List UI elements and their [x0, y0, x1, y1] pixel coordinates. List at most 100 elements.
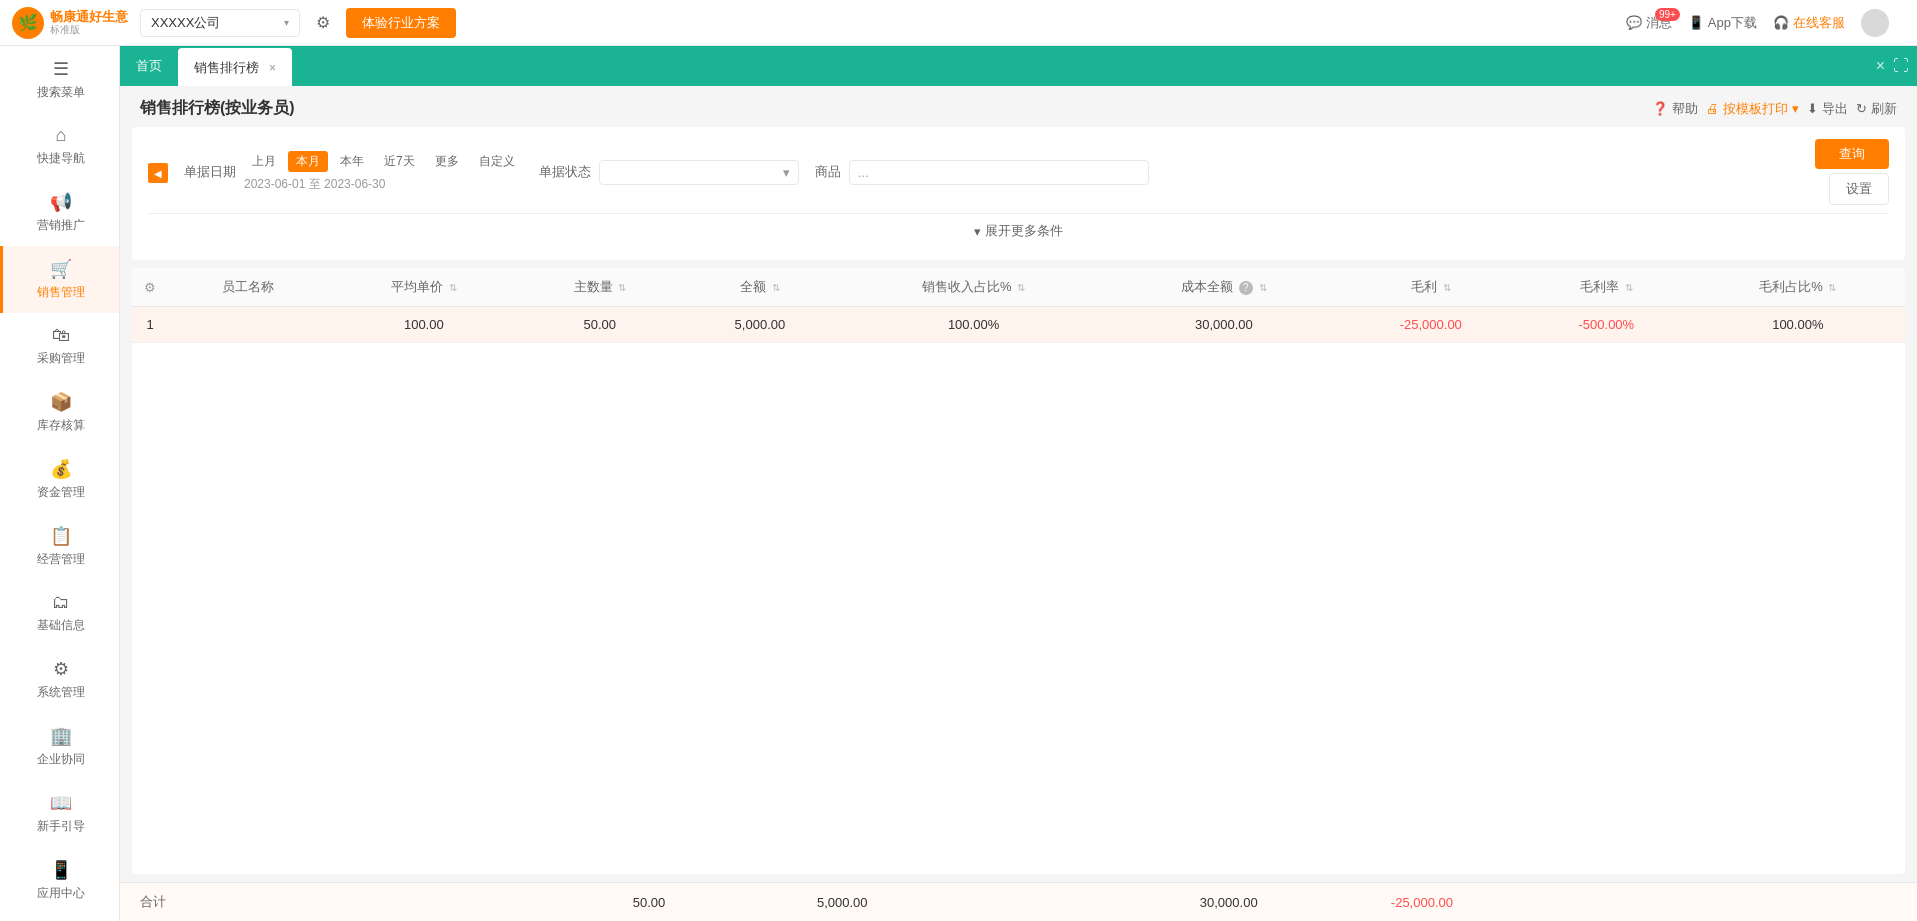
- cell-gross-pct: 100.00%: [1691, 307, 1905, 343]
- sidebar-item-finance[interactable]: 💰 资金管理: [0, 446, 119, 513]
- sort-icon-gross-pct[interactable]: ⇅: [1828, 282, 1836, 293]
- status-filter: 单据状态 ▾: [539, 160, 799, 185]
- export-icon: ⬇: [1807, 101, 1818, 116]
- tab-close-button[interactable]: ×: [1876, 57, 1885, 75]
- export-button[interactable]: ⬇ 导出: [1807, 100, 1848, 118]
- sort-icon-avg-price[interactable]: ⇅: [449, 282, 457, 293]
- sidebar-item-basicinfo[interactable]: 🗂 基础信息: [0, 580, 119, 646]
- table-row: 1 100.00 50.00 5,000.00 100.00% 30,000.0…: [132, 307, 1905, 343]
- logo-text: 畅康通好生意 标准版: [50, 9, 128, 37]
- cell-amount: 5,000.00: [681, 307, 839, 343]
- footer-cell-amount: 5,000.00: [746, 895, 939, 910]
- col-avg-price: 平均单价 ⇅: [329, 268, 519, 307]
- sidebar-item-purchase[interactable]: 🛍 采购管理: [0, 313, 119, 379]
- table-footer: 合计 50.00 5,000.00 30,000.00 -25,000.00: [120, 882, 1917, 921]
- filter-collapse-button[interactable]: ◀: [148, 163, 168, 183]
- cell-gross: -25,000.00: [1340, 307, 1522, 343]
- date-options: 上月 本月 本年 近7天 更多 自定义: [244, 151, 523, 172]
- date-opt-custom[interactable]: 自定义: [471, 151, 523, 172]
- sidebar-item-inventory[interactable]: 📦 库存核算: [0, 379, 119, 446]
- app-download-button[interactable]: 📱 App下载: [1688, 14, 1757, 32]
- online-service-button[interactable]: 🎧 在线客服: [1773, 14, 1845, 32]
- message-button[interactable]: 💬 消息 99+: [1626, 14, 1672, 32]
- date-opt-thisyear[interactable]: 本年: [332, 151, 372, 172]
- sidebar-label-appcenter: 应用中心: [37, 885, 85, 902]
- sidebar-item-search[interactable]: ☰ 搜索菜单: [0, 46, 119, 113]
- tab-bar: 首页 销售排行榜 × × ⛶: [120, 46, 1917, 86]
- main-layout: ☰ 搜索菜单 ⌂ 快捷导航 📢 营销推广 🛒 销售管理 🛍 采购管理 📦 库: [0, 46, 1917, 921]
- sidebar-label-system: 系统管理: [37, 684, 85, 701]
- col-gross-rate: 毛利率 ⇅: [1522, 268, 1691, 307]
- sidebar-item-quicknav[interactable]: ⌂ 快捷导航: [0, 113, 119, 179]
- online-service-label: 在线客服: [1793, 14, 1845, 32]
- sidebar-label-guide: 新手引导: [37, 818, 85, 835]
- message-icon: 💬: [1626, 15, 1642, 30]
- query-button[interactable]: 查询: [1815, 139, 1889, 169]
- home-tab-label: 首页: [136, 57, 162, 75]
- filter-area: ◀ 单据日期 上月 本月 本年 近7天 更多: [132, 127, 1905, 260]
- page-content: 销售排行榜(按业务员) ❓ 帮助 🖨 按模板打印 ▾ ⬇: [120, 86, 1917, 921]
- date-filter-label: 单据日期: [184, 163, 236, 181]
- footer-label: 合计: [132, 893, 166, 911]
- refresh-button[interactable]: ↻ 刷新: [1856, 100, 1897, 118]
- search-menu-icon: ☰: [53, 58, 69, 80]
- print-button[interactable]: 🖨 按模板打印 ▾: [1706, 100, 1799, 118]
- sidebar-item-sales[interactable]: 🛒 销售管理: [0, 246, 119, 313]
- basicinfo-icon: 🗂: [52, 592, 70, 613]
- sidebar-item-guide[interactable]: 📖 新手引导: [0, 780, 119, 847]
- page-actions: ❓ 帮助 🖨 按模板打印 ▾ ⬇ 导出 ↻: [1652, 100, 1897, 118]
- tab-maximize-button[interactable]: ⛶: [1893, 57, 1909, 75]
- tab-sales-rank[interactable]: 销售排行榜 ×: [178, 48, 292, 88]
- sidebar-item-marketing[interactable]: 📢 营销推广: [0, 179, 119, 246]
- sidebar-label-sales: 销售管理: [37, 284, 85, 301]
- sort-icon-cost[interactable]: ⇅: [1259, 282, 1267, 293]
- settings-button[interactable]: 设置: [1829, 173, 1889, 205]
- sidebar-item-enterprise[interactable]: 🏢 企业协同: [0, 713, 119, 780]
- chevron-down-expand-icon: ▾: [974, 224, 981, 239]
- sidebar-item-system[interactable]: ⚙ 系统管理: [0, 646, 119, 713]
- sidebar-label-purchase: 采购管理: [37, 350, 85, 367]
- finance-icon: 💰: [50, 458, 72, 480]
- footer-cell-qty: 50.00: [552, 895, 745, 910]
- print-icon: 🖨: [1706, 101, 1719, 116]
- date-opt-thismonth[interactable]: 本月: [288, 151, 328, 172]
- goods-filter: 商品 ...: [815, 160, 1149, 185]
- date-opt-more[interactable]: 更多: [427, 151, 467, 172]
- status-select[interactable]: ▾: [599, 160, 799, 185]
- date-opt-lastmonth[interactable]: 上月: [244, 151, 284, 172]
- purchase-icon: 🛍: [52, 325, 70, 346]
- expand-conditions-button[interactable]: ▾ 展开更多条件: [958, 218, 1079, 244]
- headset-icon: 🎧: [1773, 15, 1789, 30]
- date-opt-7days[interactable]: 近7天: [376, 151, 423, 172]
- data-table: ⚙ 员工名称 平均单价 ⇅ 主数量 ⇅: [132, 268, 1905, 343]
- topbar-settings-button[interactable]: ⚙: [308, 8, 338, 38]
- sidebar-item-appcenter[interactable]: 📱 应用中心: [0, 847, 119, 914]
- sidebar-item-wechat[interactable]: 💬 企业微信: [0, 914, 119, 921]
- sort-icon-gross[interactable]: ⇅: [1443, 282, 1451, 293]
- trial-button[interactable]: 体验行业方案: [346, 8, 456, 38]
- cell-rank: 1: [132, 307, 168, 343]
- tab-close-icon[interactable]: ×: [269, 61, 276, 75]
- refresh-icon: ↻: [1856, 101, 1867, 116]
- col-sales-pct: 销售收入占比% ⇅: [839, 268, 1108, 307]
- sort-icon-gross-rate[interactable]: ⇅: [1625, 282, 1633, 293]
- goods-input[interactable]: ...: [849, 160, 1149, 185]
- sort-icon-amount[interactable]: ⇅: [772, 282, 780, 293]
- footer-cell-cost: 30,000.00: [1132, 895, 1325, 910]
- help-button[interactable]: ❓ 帮助: [1652, 100, 1698, 118]
- col-gross: 毛利 ⇅: [1340, 268, 1522, 307]
- sort-icon-qty[interactable]: ⇅: [618, 282, 626, 293]
- cost-info-icon[interactable]: ?: [1239, 281, 1253, 295]
- tab-home[interactable]: 首页: [120, 46, 178, 86]
- cell-name: [168, 307, 329, 343]
- date-filter: 单据日期 上月 本月 本年 近7天 更多 自定义 20: [184, 151, 523, 193]
- table-header-row: ⚙ 员工名称 平均单价 ⇅ 主数量 ⇅: [132, 268, 1905, 307]
- avatar[interactable]: [1861, 9, 1889, 37]
- sidebar-label-quicknav: 快捷导航: [37, 150, 85, 167]
- sort-icon-sales-pct[interactable]: ⇅: [1017, 282, 1025, 293]
- col-settings[interactable]: ⚙: [132, 268, 168, 307]
- cell-avg-price: 100.00: [329, 307, 519, 343]
- sidebar-item-operations[interactable]: 📋 经营管理: [0, 513, 119, 580]
- company-selector[interactable]: XXXXX公司 ▾: [140, 9, 300, 37]
- date-range: 2023-06-01 至 2023-06-30: [244, 176, 523, 193]
